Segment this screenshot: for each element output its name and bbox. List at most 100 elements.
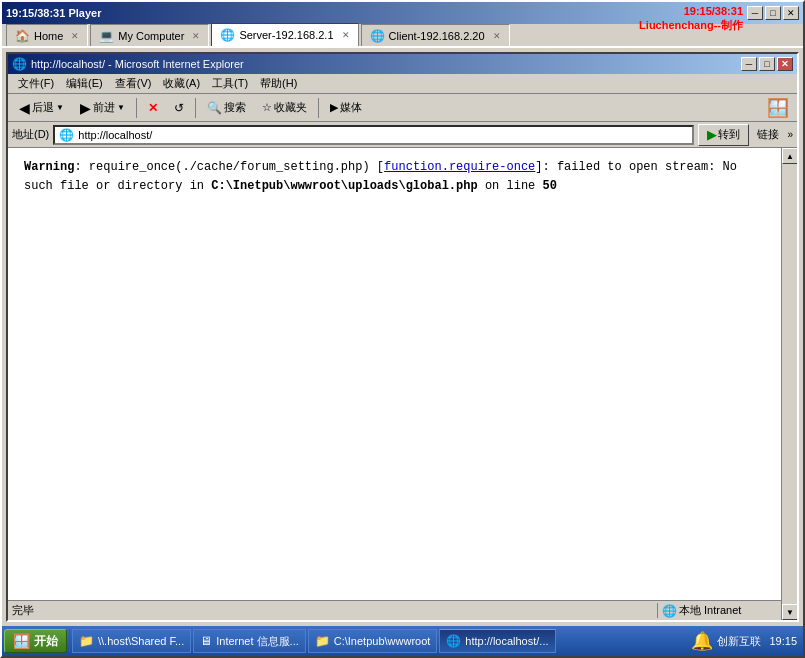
- address-expand-icon[interactable]: »: [787, 129, 793, 140]
- tab-server-label: Server-192.168.2.1: [239, 29, 333, 41]
- tab-mycomputer-label: My Computer: [118, 30, 184, 42]
- tab-mycomputer-close[interactable]: ✕: [192, 31, 200, 41]
- back-icon: ◀: [19, 100, 30, 116]
- warning-bold-prefix: Warning: [24, 160, 74, 174]
- menu-help[interactable]: 帮助(H): [254, 74, 303, 93]
- player-title-text: 19:15/38:31 Player: [6, 7, 101, 19]
- taskbar-item-iis[interactable]: 🖥 Internet 信息服...: [193, 629, 306, 653]
- address-value: http://localhost/: [78, 129, 152, 141]
- search-button[interactable]: 🔍 搜索: [200, 97, 253, 119]
- taskbar-item-browser[interactable]: 🌐 http://localhost/...: [439, 629, 555, 653]
- player-maximize-button[interactable]: □: [765, 6, 781, 20]
- tab-server-close[interactable]: ✕: [342, 30, 350, 40]
- tab-home-close[interactable]: ✕: [71, 31, 79, 41]
- ie-window-controls: ─ □ ✕: [741, 57, 793, 71]
- media-icon: ▶: [330, 101, 338, 114]
- client-tab-icon: 🌐: [370, 29, 385, 43]
- server-tab-icon: 🌐: [220, 28, 235, 42]
- back-label: 后退: [32, 100, 54, 115]
- address-globe-icon: 🌐: [59, 128, 74, 142]
- ie-maximize-button[interactable]: □: [759, 57, 775, 71]
- warning-path: C:\Inetpub\wwwroot\uploads\global.php: [211, 179, 477, 193]
- player-title: 19:15/38:31 Player: [6, 7, 101, 19]
- right-scrollbar: ▲ ▼: [781, 148, 797, 620]
- tab-mycomputer[interactable]: 💻 My Computer ✕: [90, 24, 209, 46]
- tab-home[interactable]: 🏠 Home ✕: [6, 24, 88, 46]
- start-icon: 🪟: [13, 633, 30, 649]
- ie-title: 🌐 http://localhost/ - Microsoft Internet…: [12, 57, 244, 71]
- zone-label: 本地 Intranet: [679, 603, 741, 618]
- ie-close-button[interactable]: ✕: [777, 57, 793, 71]
- home-icon: 🏠: [15, 29, 30, 43]
- menu-file[interactable]: 文件(F): [12, 74, 60, 93]
- browser-icon: 🌐: [446, 634, 461, 648]
- menu-view[interactable]: 查看(V): [109, 74, 158, 93]
- taskbar-browser-label: http://localhost/...: [465, 635, 548, 647]
- start-button[interactable]: 🪟 开始: [4, 629, 67, 653]
- tab-client[interactable]: 🌐 Client-192.168.2.20 ✕: [361, 24, 510, 46]
- taskbar-separator: [69, 630, 70, 652]
- ie-main: Warning: require_once(./cache/forum_sett…: [8, 148, 781, 620]
- media-button[interactable]: ▶ 媒体: [323, 97, 369, 119]
- toolbar-separator-1: [136, 98, 137, 118]
- shared-folder-icon: 📁: [79, 634, 94, 648]
- forward-label: 前进: [93, 100, 115, 115]
- menu-favorites[interactable]: 收藏(A): [157, 74, 206, 93]
- ie-toolbar: ◀ 后退 ▼ ▶ 前进 ▼ ✕ ↺ 🔍: [8, 94, 797, 122]
- time-line2: Liuchenchang--制作: [639, 18, 743, 32]
- zone-icon: 🌐: [662, 604, 677, 618]
- windows-logo: 🪟: [767, 97, 789, 119]
- refresh-button[interactable]: ↺: [167, 97, 191, 119]
- stop-icon: ✕: [148, 101, 158, 115]
- back-button[interactable]: ◀ 后退 ▼: [12, 97, 71, 119]
- start-label: 开始: [34, 633, 58, 650]
- taskbar-inetpub-label: C:\Inetpub\wwwroot: [334, 635, 431, 647]
- favorites-label: 收藏夹: [274, 100, 307, 115]
- links-button[interactable]: 链接: [753, 127, 783, 142]
- taskbar-iis-label: Internet 信息服...: [216, 634, 299, 649]
- forward-button[interactable]: ▶ 前进 ▼: [73, 97, 132, 119]
- go-button[interactable]: ▶ 转到: [698, 124, 749, 146]
- refresh-icon: ↺: [174, 101, 184, 115]
- go-arrow-icon: ▶: [707, 128, 716, 142]
- scroll-track[interactable]: [782, 164, 797, 604]
- favorites-button[interactable]: ☆ 收藏夹: [255, 97, 314, 119]
- tray-time: 19:15: [769, 635, 797, 647]
- address-input[interactable]: 🌐 http://localhost/: [53, 125, 694, 145]
- iis-icon: 🖥: [200, 634, 212, 648]
- inetpub-icon: 📁: [315, 634, 330, 648]
- player-minimize-button[interactable]: ─: [747, 6, 763, 20]
- player-close-button[interactable]: ✕: [783, 6, 799, 20]
- warning-linenum: 50: [543, 179, 557, 193]
- ie-body: Warning: require_once(./cache/forum_sett…: [8, 148, 797, 620]
- player-inner: 🌐 http://localhost/ - Microsoft Internet…: [2, 48, 803, 626]
- tab-server[interactable]: 🌐 Server-192.168.2.1 ✕: [211, 23, 358, 46]
- ie-minimize-button[interactable]: ─: [741, 57, 757, 71]
- media-label: 媒体: [340, 100, 362, 115]
- stop-button[interactable]: ✕: [141, 97, 165, 119]
- player-window: 19:15/38:31 Player ─ □ ✕ 19:15/38:31 Liu…: [0, 0, 805, 658]
- tab-home-label: Home: [34, 30, 63, 42]
- tray-label: 创新互联: [717, 634, 761, 649]
- taskbar-item-inetpub[interactable]: 📁 C:\Inetpub\wwwroot: [308, 629, 438, 653]
- back-dropdown-icon: ▼: [56, 103, 64, 112]
- tab-client-close[interactable]: ✕: [493, 31, 501, 41]
- search-label: 搜索: [224, 100, 246, 115]
- menu-tools[interactable]: 工具(T): [206, 74, 254, 93]
- favorites-icon: ☆: [262, 101, 272, 114]
- ie-content: Warning: require_once(./cache/forum_sett…: [8, 148, 781, 600]
- taskbar: 🪟 开始 📁 \\.host\Shared F... 🖥 Internet 信息…: [2, 626, 803, 656]
- status-zone: 🌐 本地 Intranet: [657, 603, 777, 618]
- warning-link[interactable]: function.require-once: [384, 160, 535, 174]
- go-label: 转到: [718, 127, 740, 142]
- ie-addressbar: 地址(D) 🌐 http://localhost/ ▶ 转到 链接 »: [8, 122, 797, 148]
- ie-statusbar: 完毕 🌐 本地 Intranet: [8, 600, 781, 620]
- player-window-controls: ─ □ ✕: [747, 6, 799, 20]
- menu-edit[interactable]: 编辑(E): [60, 74, 109, 93]
- scroll-down-button[interactable]: ▼: [782, 604, 797, 620]
- scroll-up-button[interactable]: ▲: [782, 148, 797, 164]
- taskbar-shared-label: \\.host\Shared F...: [98, 635, 184, 647]
- warning-online: on line: [478, 179, 543, 193]
- ie-window: 🌐 http://localhost/ - Microsoft Internet…: [6, 52, 799, 622]
- taskbar-item-shared[interactable]: 📁 \\.host\Shared F...: [72, 629, 191, 653]
